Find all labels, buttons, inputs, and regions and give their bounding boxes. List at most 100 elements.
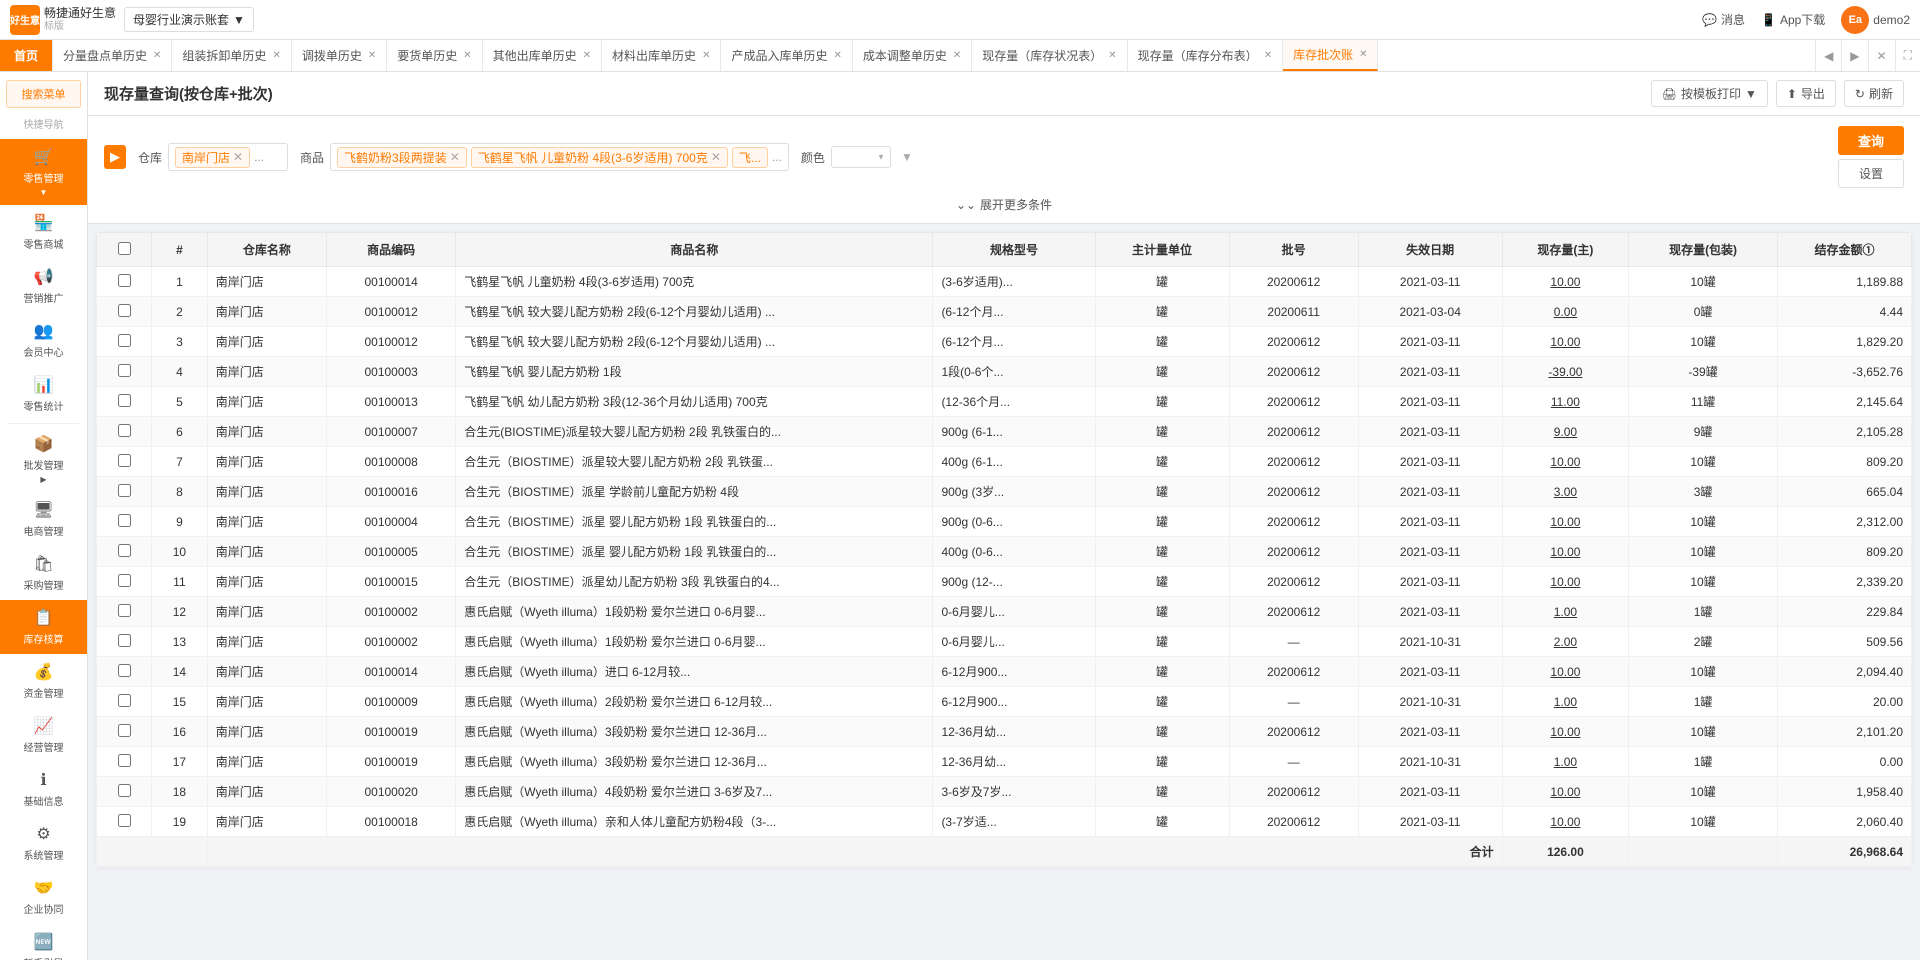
row-checkbox[interactable] bbox=[97, 777, 152, 807]
row-checkbox[interactable] bbox=[97, 327, 152, 357]
filter-expand-btn[interactable]: ▶ bbox=[104, 145, 126, 169]
tab-next-btn[interactable]: ▶ bbox=[1841, 40, 1867, 72]
row-qty[interactable]: 10.00 bbox=[1502, 807, 1629, 837]
row-qty[interactable]: 10.00 bbox=[1502, 657, 1629, 687]
th-checkbox[interactable] bbox=[97, 233, 152, 267]
sidebar-item-marketing[interactable]: 📢 营销推广 bbox=[0, 259, 87, 313]
tab-prev-btn[interactable]: ◀ bbox=[1815, 40, 1841, 72]
row-checkbox[interactable] bbox=[97, 807, 152, 837]
row-qty[interactable]: 10.00 bbox=[1502, 267, 1629, 297]
row-qty[interactable]: 1.00 bbox=[1502, 687, 1629, 717]
tab-close-cai-liao[interactable]: ✕ bbox=[702, 50, 710, 61]
remove-product-tag-1[interactable]: ✕ bbox=[450, 150, 460, 164]
row-qty[interactable]: 10.00 bbox=[1502, 537, 1629, 567]
tab-close-cheng-ben[interactable]: ✕ bbox=[953, 50, 961, 61]
tab-fen-liang[interactable]: 分量盘点单历史 ✕ bbox=[53, 40, 172, 71]
user-avatar[interactable]: Ea demo2 bbox=[1841, 6, 1910, 34]
row-qty[interactable]: 10.00 bbox=[1502, 327, 1629, 357]
tab-close-ku-cun-pi-ci[interactable]: ✕ bbox=[1359, 49, 1367, 60]
tab-yao-huo[interactable]: 要货单历史 ✕ bbox=[387, 40, 482, 71]
tab-qi-ta-chu-ku[interactable]: 其他出库单历史 ✕ bbox=[483, 40, 602, 71]
tab-close-chan-cheng-pin[interactable]: ✕ bbox=[833, 50, 841, 61]
sidebar-item-retail[interactable]: 🛒 零售管理 ▼ bbox=[0, 139, 87, 205]
sidebar-item-collab[interactable]: 🤝 企业协同 bbox=[0, 870, 87, 924]
tab-cai-liao[interactable]: 材料出库单历史 ✕ bbox=[602, 40, 721, 71]
tab-home[interactable]: 首页 bbox=[0, 40, 53, 71]
row-checkbox[interactable] bbox=[97, 627, 152, 657]
warehouse-ellipsis[interactable]: ... bbox=[254, 150, 264, 164]
tab-close-fen-liang[interactable]: ✕ bbox=[153, 50, 161, 61]
sidebar-item-ecommerce[interactable]: 🖥 电商管理 bbox=[0, 492, 87, 546]
row-qty[interactable]: 11.00 bbox=[1502, 387, 1629, 417]
sidebar-item-system[interactable]: ⚙ 系统管理 bbox=[0, 816, 87, 870]
sidebar-item-member[interactable]: 👥 会员中心 bbox=[0, 313, 87, 367]
row-checkbox[interactable] bbox=[97, 657, 152, 687]
export-btn[interactable]: ⬆ 导出 bbox=[1776, 80, 1836, 107]
row-checkbox[interactable] bbox=[97, 447, 152, 477]
row-checkbox[interactable] bbox=[97, 507, 152, 537]
warehouse-tag-container[interactable]: 南岸门店 ✕ ... bbox=[168, 143, 288, 171]
tab-chan-cheng-pin[interactable]: 产成品入库单历史 ✕ bbox=[721, 40, 852, 71]
sidebar-item-purchase[interactable]: 🛍 采购管理 bbox=[0, 546, 87, 600]
row-qty[interactable]: 10.00 bbox=[1502, 777, 1629, 807]
row-qty[interactable]: 0.00 bbox=[1502, 297, 1629, 327]
company-selector[interactable]: 母婴行业演示账套 ▼ bbox=[124, 7, 254, 32]
sidebar-item-inventory[interactable]: 📋 库存核算 bbox=[0, 600, 87, 654]
tab-diao-bo[interactable]: 调拨单历史 ✕ bbox=[292, 40, 387, 71]
row-checkbox[interactable] bbox=[97, 297, 152, 327]
expand-more-conditions[interactable]: ⌄⌄ 展开更多条件 bbox=[956, 196, 1052, 213]
sidebar-item-guide[interactable]: 🆕 新手引导 bbox=[0, 924, 87, 960]
product-ellipsis[interactable]: ... bbox=[772, 150, 782, 164]
row-checkbox[interactable] bbox=[97, 717, 152, 747]
row-qty[interactable]: 1.00 bbox=[1502, 747, 1629, 777]
row-checkbox[interactable] bbox=[97, 387, 152, 417]
row-qty[interactable]: 10.00 bbox=[1502, 507, 1629, 537]
product-tag-container[interactable]: 飞鹤奶粉3段两提装 ✕ 飞鹤星飞帆 儿童奶粉 4段(3-6岁适用) 700克 ✕… bbox=[330, 143, 789, 171]
message-btn[interactable]: 💬 消息 bbox=[1702, 11, 1745, 28]
search-menu-btn[interactable]: 搜索菜单 bbox=[6, 80, 81, 108]
sidebar-item-shop[interactable]: 🏪 零售商城 bbox=[0, 205, 87, 259]
tab-close-zu-zhuang[interactable]: ✕ bbox=[272, 50, 280, 61]
row-checkbox[interactable] bbox=[97, 417, 152, 447]
template-print-btn[interactable]: 🖨 按模板打印 ▼ bbox=[1651, 80, 1768, 107]
tab-xian-cun-fen-bu[interactable]: 现存量（库存分布表） ✕ bbox=[1128, 40, 1283, 71]
refresh-btn[interactable]: ↻ 刷新 bbox=[1844, 80, 1904, 107]
row-checkbox[interactable] bbox=[97, 747, 152, 777]
tab-fullscreen-btn[interactable]: ⛶ bbox=[1895, 40, 1920, 72]
row-qty[interactable]: 1.00 bbox=[1502, 597, 1629, 627]
row-qty[interactable]: -39.00 bbox=[1502, 357, 1629, 387]
row-qty[interactable]: 9.00 bbox=[1502, 417, 1629, 447]
row-checkbox[interactable] bbox=[97, 687, 152, 717]
setting-btn[interactable]: 设置 bbox=[1838, 159, 1904, 188]
tab-close-all-btn[interactable]: ✕ bbox=[1868, 40, 1895, 72]
row-checkbox[interactable] bbox=[97, 597, 152, 627]
sidebar-item-finance[interactable]: 💰 资金管理 bbox=[0, 654, 87, 708]
sidebar-item-basic-info[interactable]: ℹ 基础信息 bbox=[0, 762, 87, 816]
row-checkbox[interactable] bbox=[97, 357, 152, 387]
tab-cheng-ben[interactable]: 成本调整单历史 ✕ bbox=[853, 40, 972, 71]
row-qty[interactable]: 3.00 bbox=[1502, 477, 1629, 507]
tab-close-xian-cun-fen-bu[interactable]: ✕ bbox=[1264, 50, 1272, 61]
query-btn[interactable]: 查询 bbox=[1838, 126, 1904, 155]
tab-zu-zhuang[interactable]: 组装拆卸单历史 ✕ bbox=[172, 40, 291, 71]
sidebar-item-operation[interactable]: 📈 经营管理 bbox=[0, 708, 87, 762]
row-qty[interactable]: 10.00 bbox=[1502, 447, 1629, 477]
tab-xian-cun-ku-cun[interactable]: 现存量（库存状况表） ✕ bbox=[972, 40, 1127, 71]
sidebar-item-retail-stat[interactable]: 📊 零售统计 bbox=[0, 367, 87, 421]
row-qty[interactable]: 2.00 bbox=[1502, 627, 1629, 657]
row-checkbox[interactable] bbox=[97, 267, 152, 297]
remove-product-tag-2[interactable]: ✕ bbox=[711, 150, 721, 164]
tab-close-diao-bo[interactable]: ✕ bbox=[368, 50, 376, 61]
row-qty[interactable]: 10.00 bbox=[1502, 567, 1629, 597]
tab-close-qi-ta-chu-ku[interactable]: ✕ bbox=[583, 50, 591, 61]
row-checkbox[interactable] bbox=[97, 537, 152, 567]
row-checkbox[interactable] bbox=[97, 477, 152, 507]
row-checkbox[interactable] bbox=[97, 567, 152, 597]
select-all-checkbox[interactable] bbox=[118, 242, 131, 255]
tab-close-yao-huo[interactable]: ✕ bbox=[463, 50, 471, 61]
remove-warehouse-tag[interactable]: ✕ bbox=[233, 150, 243, 164]
sidebar-item-wholesale[interactable]: 📦 批发管理 ▶ bbox=[0, 426, 87, 492]
tab-close-xian-cun-ku-cun[interactable]: ✕ bbox=[1108, 50, 1116, 61]
row-qty[interactable]: 10.00 bbox=[1502, 717, 1629, 747]
app-download-btn[interactable]: 📱 App下载 bbox=[1761, 11, 1825, 28]
